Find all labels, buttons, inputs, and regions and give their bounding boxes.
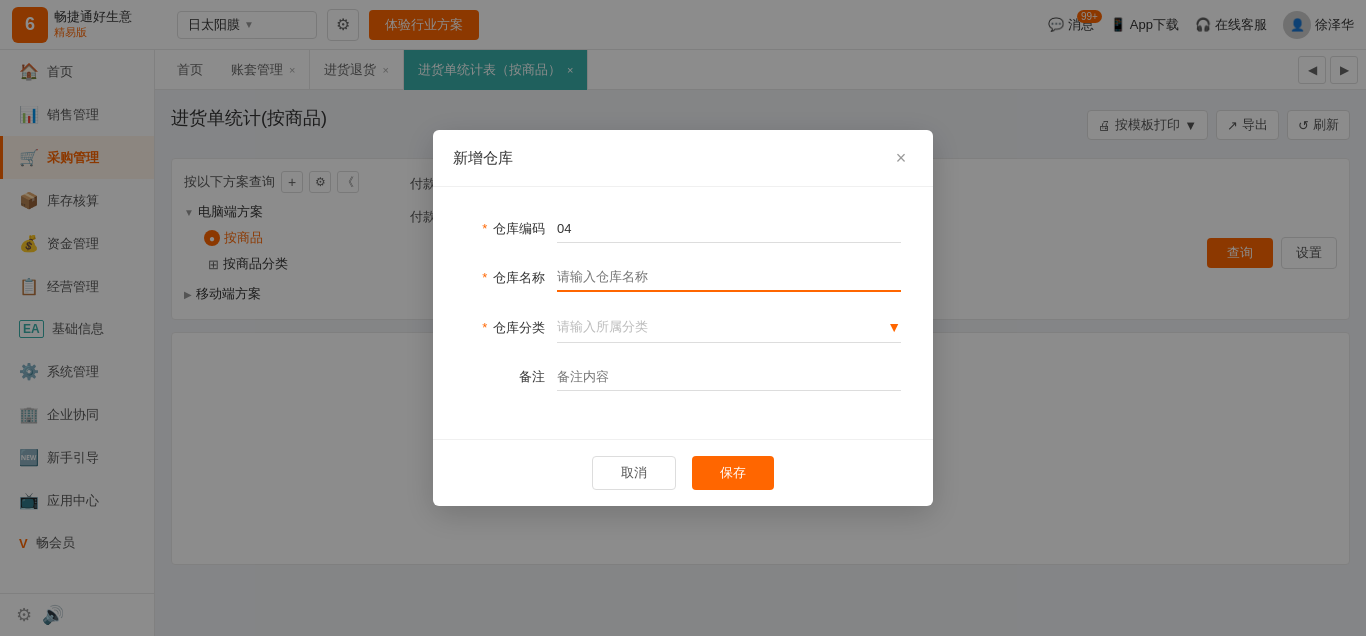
category-select[interactable]: 请输入所属分类 ▼ [557,312,901,343]
modal-close-button[interactable]: × [889,146,913,170]
required-star: * [482,320,487,335]
modal-header: 新增仓库 × [433,130,933,187]
form-row-category: * 仓库分类 请输入所属分类 ▼ [465,312,901,343]
code-input[interactable] [557,215,901,243]
code-label: * 仓库编码 [465,220,545,238]
required-star: * [482,270,487,285]
remark-label: 备注 [465,368,545,386]
modal-body: * 仓库编码 * 仓库名称 * 仓库分类 请输入所属 [433,187,933,439]
modal-footer: 取消 保存 [433,439,933,506]
save-button[interactable]: 保存 [692,456,774,490]
form-row-remark: 备注 [465,363,901,391]
category-placeholder: 请输入所属分类 [557,318,648,336]
remark-input[interactable] [557,363,901,391]
category-dropdown-arrow: ▼ [887,319,901,335]
category-label: * 仓库分类 [465,319,545,337]
form-row-code: * 仓库编码 [465,215,901,243]
modal: 新增仓库 × * 仓库编码 * 仓库名称 [433,130,933,506]
name-label: * 仓库名称 [465,269,545,287]
required-star: * [482,221,487,236]
cancel-button[interactable]: 取消 [592,456,676,490]
name-input[interactable] [557,263,901,292]
modal-overlay: 新增仓库 × * 仓库编码 * 仓库名称 [0,0,1366,636]
form-row-name: * 仓库名称 [465,263,901,292]
modal-title: 新增仓库 [453,149,513,168]
